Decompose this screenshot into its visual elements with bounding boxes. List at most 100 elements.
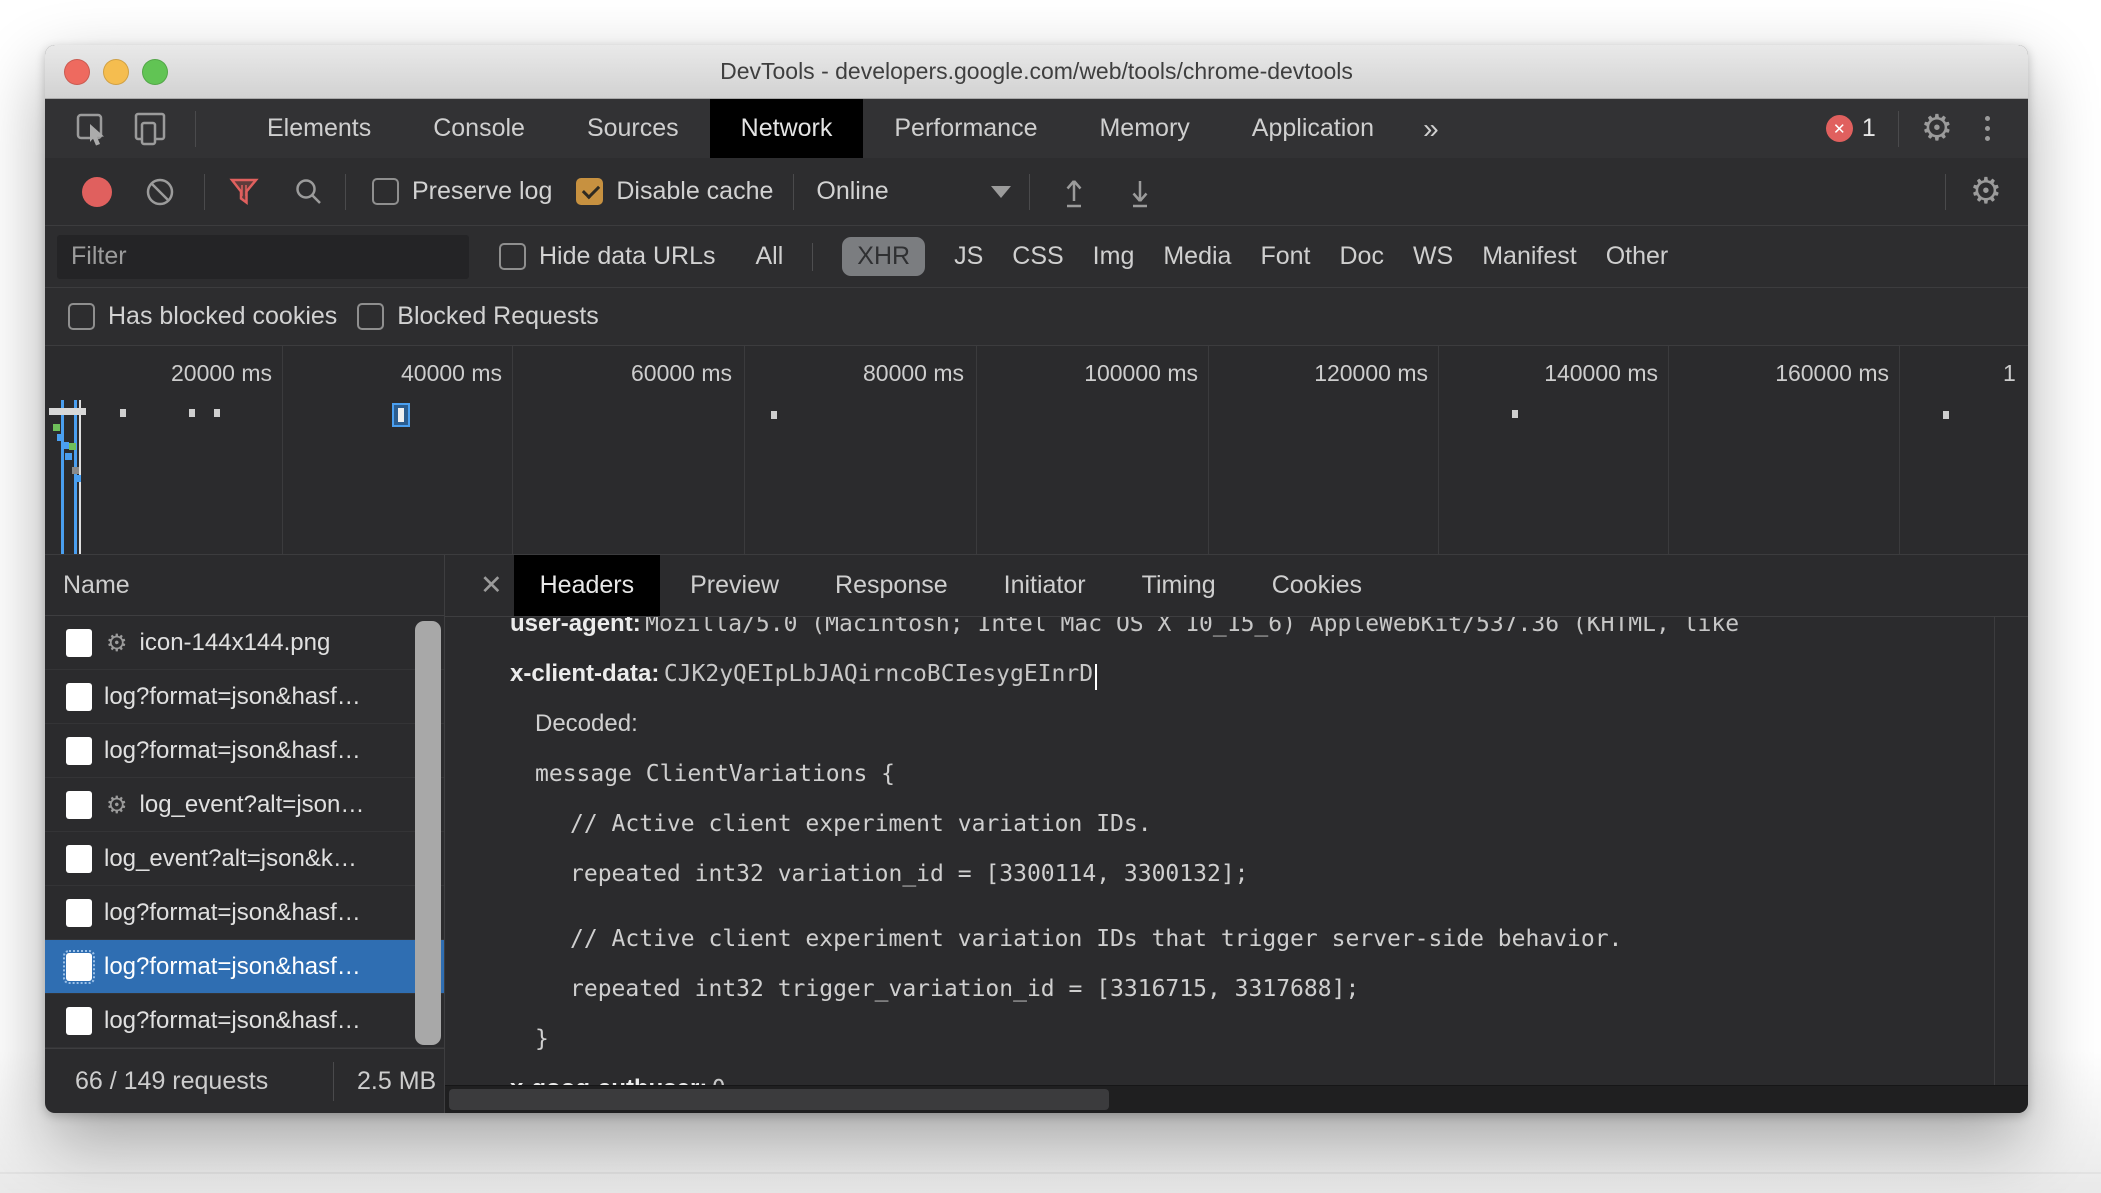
- kebab-menu-icon[interactable]: [1975, 112, 2000, 145]
- tab-elements[interactable]: Elements: [236, 99, 402, 158]
- grid-line: [976, 346, 977, 554]
- header-line-x-client-data: x-client-data: CJK2yQEIpLbJAQirncoBCIesy…: [510, 649, 1994, 699]
- preserve-log-label: Preserve log: [412, 177, 553, 205]
- request-row[interactable]: log?format=json&hasf…: [45, 994, 444, 1048]
- header-line-user-agent: user-agent: Mozilla/5.0 (Macintosh; Inte…: [510, 617, 1740, 637]
- import-har-icon[interactable]: [1058, 174, 1090, 210]
- tick-label-partial: 1: [2003, 360, 2016, 386]
- filter-type-manifest[interactable]: Manifest: [1482, 242, 1576, 271]
- headers-pane[interactable]: user-agent: Mozilla/5.0 (Macintosh; Inte…: [445, 617, 2028, 1113]
- tab-sources[interactable]: Sources: [556, 99, 710, 158]
- filter-type-xhr[interactable]: XHR: [842, 237, 926, 276]
- request-row[interactable]: log_event?alt=json&k…: [45, 832, 444, 886]
- filter-input[interactable]: [57, 234, 469, 279]
- request-row[interactable]: ⚙ icon-144x144.png: [45, 616, 444, 670]
- tick-label: 40000 ms: [400, 360, 502, 386]
- request-row-selected[interactable]: log?format=json&hasf…: [45, 940, 444, 994]
- separator: [1897, 110, 1899, 147]
- decoded-label: Decoded:: [535, 710, 638, 737]
- list-scrollbar-thumb[interactable]: [415, 621, 441, 1045]
- request-dot: [1943, 411, 1949, 419]
- request-dot: [120, 409, 126, 417]
- titlebar[interactable]: DevTools - developers.google.com/web/too…: [45, 45, 2028, 99]
- request-dot: [214, 409, 220, 417]
- window-title: DevTools - developers.google.com/web/too…: [720, 58, 1353, 84]
- search-icon[interactable]: [293, 176, 325, 208]
- disable-cache-checkbox[interactable]: [576, 178, 604, 205]
- horizontal-scrollbar[interactable]: [445, 1085, 2028, 1113]
- request-checkbox[interactable]: [66, 898, 92, 927]
- export-har-icon[interactable]: [1124, 174, 1156, 210]
- request-checkbox[interactable]: [66, 790, 92, 819]
- request-checkbox[interactable]: [66, 682, 92, 711]
- selected-request-marker[interactable]: [392, 403, 410, 427]
- tab-response[interactable]: Response: [809, 555, 974, 616]
- blocked-requests-label: Blocked Requests: [397, 302, 599, 330]
- filter-type-media[interactable]: Media: [1163, 242, 1231, 271]
- hide-data-urls-checkbox[interactable]: [499, 243, 526, 270]
- tick-label: 140000 ms: [1544, 360, 1658, 386]
- request-list-panel: Name ⚙ icon-144x144.png log?format=json&…: [45, 555, 445, 1113]
- more-tabs-icon[interactable]: »: [1405, 99, 1457, 158]
- record-button[interactable]: [82, 176, 112, 207]
- filter-funnel-icon[interactable]: [227, 176, 261, 208]
- tab-cookies[interactable]: Cookies: [1246, 555, 1388, 616]
- tab-headers[interactable]: Headers: [513, 555, 661, 616]
- tab-initiator[interactable]: Initiator: [978, 555, 1112, 616]
- name-column-header[interactable]: Name: [45, 555, 444, 616]
- request-row[interactable]: log?format=json&hasf…: [45, 724, 444, 778]
- request-row[interactable]: ⚙ log_event?alt=json…: [45, 778, 444, 832]
- filter-type-ws[interactable]: WS: [1413, 242, 1453, 271]
- grid-line: [512, 346, 513, 554]
- tab-console[interactable]: Console: [402, 99, 556, 158]
- blocked-requests-checkbox[interactable]: [357, 303, 385, 330]
- has-blocked-cookies-checkbox[interactable]: [68, 303, 95, 330]
- detail-right-border: [1994, 617, 1995, 1085]
- request-checkbox[interactable]: [66, 1006, 92, 1035]
- request-checkbox[interactable]: [66, 736, 92, 765]
- close-icon[interactable]: ✕: [478, 570, 505, 601]
- request-list: ⚙ icon-144x144.png log?format=json&hasf……: [45, 616, 444, 1048]
- filter-type-css[interactable]: CSS: [1012, 242, 1063, 271]
- inspect-element-icon[interactable]: [75, 111, 111, 147]
- filter-type-all[interactable]: All: [755, 242, 783, 271]
- error-badge[interactable]: ✕ 1: [1825, 114, 1876, 143]
- clear-icon[interactable]: [144, 176, 176, 208]
- tab-memory[interactable]: Memory: [1068, 99, 1220, 158]
- device-toolbar-icon[interactable]: [131, 111, 169, 147]
- tab-application[interactable]: Application: [1221, 99, 1405, 158]
- request-mark: [74, 475, 81, 482]
- tab-performance[interactable]: Performance: [863, 99, 1068, 158]
- chevron-down-icon: [991, 185, 1012, 198]
- network-settings-gear-icon[interactable]: ⚙: [1970, 173, 2002, 210]
- request-checkbox[interactable]: [66, 844, 92, 873]
- background-divider: [0, 1172, 2101, 1174]
- separator: [195, 110, 196, 147]
- request-row[interactable]: log?format=json&hasf…: [45, 670, 444, 724]
- filter-type-doc[interactable]: Doc: [1339, 242, 1383, 271]
- settings-gear-icon[interactable]: ⚙: [1921, 110, 1953, 147]
- request-checkbox[interactable]: [66, 628, 92, 657]
- network-overview-timeline[interactable]: 20000 ms 40000 ms 60000 ms 80000 ms 1000…: [45, 346, 2028, 555]
- preserve-log-checkbox[interactable]: [372, 178, 399, 205]
- grid-line: [1899, 346, 1900, 554]
- tick-label: 100000 ms: [1084, 360, 1198, 386]
- request-row[interactable]: log?format=json&hasf…: [45, 886, 444, 940]
- request-list-footer: 66 / 149 requests 2.5 MB: [45, 1048, 444, 1113]
- horizontal-scrollbar-thumb[interactable]: [449, 1089, 1109, 1110]
- transferred-size: 2.5 MB: [357, 1066, 437, 1095]
- request-checkbox[interactable]: [63, 949, 95, 984]
- request-mark: [53, 424, 60, 431]
- filter-type-other[interactable]: Other: [1606, 242, 1669, 271]
- grid-line: [1438, 346, 1439, 554]
- filter-type-img[interactable]: Img: [1093, 242, 1135, 271]
- filter-type-font[interactable]: Font: [1260, 242, 1310, 271]
- decoded-line: // Active client experiment variation ID…: [570, 926, 1623, 952]
- filter-type-js[interactable]: JS: [954, 242, 983, 271]
- tab-preview[interactable]: Preview: [664, 555, 805, 616]
- grid-line: [1208, 346, 1209, 554]
- throttling-dropdown[interactable]: Online: [816, 177, 1012, 206]
- request-dot: [771, 411, 777, 419]
- tab-timing[interactable]: Timing: [1116, 555, 1242, 616]
- tab-network[interactable]: Network: [709, 99, 864, 158]
